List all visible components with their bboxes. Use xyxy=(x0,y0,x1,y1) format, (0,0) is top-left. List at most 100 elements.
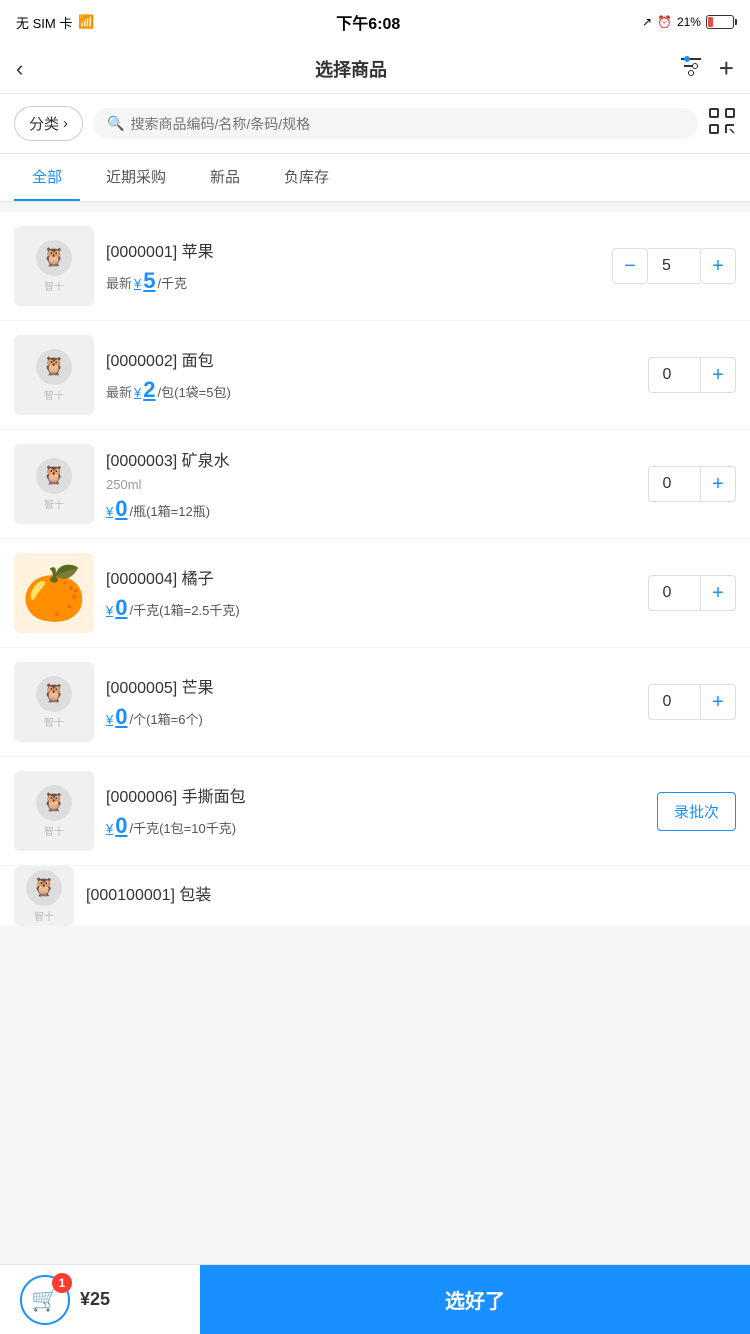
price-symbol: ¥ xyxy=(106,603,113,618)
owl-icon: 🦉 xyxy=(36,458,72,494)
product-info: [0000003] 矿泉水 250ml ¥ 0 /瓶(1箱=12瓶) xyxy=(106,447,636,522)
price-symbol: ¥ xyxy=(106,821,113,836)
product-name: [0000005] 芒果 xyxy=(106,674,636,698)
quantity-input[interactable] xyxy=(648,466,700,502)
page-title: 选择商品 xyxy=(315,56,387,82)
price-value: 2 xyxy=(143,377,155,403)
product-thumbnail: 🦉 智十 xyxy=(14,444,94,524)
quantity-control: − + xyxy=(612,248,736,284)
price-value: 0 xyxy=(115,704,127,730)
bottom-bar: 🛒 1 ¥25 选好了 xyxy=(0,1264,750,1334)
quantity-input[interactable] xyxy=(648,357,700,393)
list-item: 🦉 智十 [0000005] 芒果 ¥ 0 /个(1箱=6个) + xyxy=(0,648,750,756)
product-info: [0000004] 橘子 ¥ 0 /千克(1箱=2.5千克) xyxy=(106,565,636,621)
quantity-input[interactable] xyxy=(648,684,700,720)
owl-icon: 🦉 xyxy=(36,240,72,276)
decrease-button[interactable]: − xyxy=(612,248,648,284)
product-thumbnail: 🦉 智十 xyxy=(14,335,94,415)
batch-button[interactable]: 录批次 xyxy=(657,792,736,831)
price-value: 0 xyxy=(115,595,127,621)
increase-button[interactable]: + xyxy=(700,575,736,611)
alarm-icon: ⏰ xyxy=(657,15,672,29)
battery-icon xyxy=(706,15,734,29)
cart-total: ¥25 xyxy=(80,1289,110,1310)
list-item: 🍊 [0000004] 橘子 ¥ 0 /千克(1箱=2.5千克) + xyxy=(0,539,750,647)
owl-icon: 🦉 xyxy=(36,676,72,712)
product-thumbnail: 🦉 智十 xyxy=(14,226,94,306)
header-right: + xyxy=(679,53,734,84)
tab-new[interactable]: 新品 xyxy=(192,154,258,201)
search-input-wrap: 🔍 xyxy=(93,108,698,139)
product-thumbnail: 🍊 xyxy=(14,553,94,633)
price-value: 0 xyxy=(115,813,127,839)
price-symbol: ¥ xyxy=(134,276,141,291)
product-price-row: ¥ 0 /个(1箱=6个) xyxy=(106,704,636,730)
list-item: 🦉 智十 [0000002] 面包 最新 ¥ 2 /包(1袋=5包) + xyxy=(0,321,750,429)
scan-button[interactable] xyxy=(708,107,736,141)
increase-button[interactable]: + xyxy=(700,248,736,284)
price-per: /包(1袋=5包) xyxy=(158,382,231,401)
cart-button[interactable]: 🛒 1 xyxy=(20,1275,70,1325)
owl-icon: 🦉 xyxy=(26,870,62,906)
product-info: [000100001] 包装 xyxy=(86,881,736,911)
price-symbol: ¥ xyxy=(106,712,113,727)
price-label: 最新 xyxy=(106,382,132,401)
status-right: ↗ ⏰ 21% xyxy=(642,15,734,29)
price-per: /千克(1包=10千克) xyxy=(129,818,236,837)
product-info: [0000006] 手撕面包 ¥ 0 /千克(1包=10千克) xyxy=(106,783,645,839)
filter-icon[interactable] xyxy=(679,55,703,83)
product-name: [0000003] 矿泉水 xyxy=(106,447,636,471)
header: ‹ 选择商品 + xyxy=(0,44,750,94)
tab-all[interactable]: 全部 xyxy=(14,154,80,201)
price-per: /千克(1箱=2.5千克) xyxy=(129,600,239,619)
wifi-icon: 📶 xyxy=(78,14,94,30)
product-price-row: ¥ 0 /千克(1包=10千克) xyxy=(106,813,645,839)
product-price-row: 最新 ¥ 5 /千克 xyxy=(106,268,600,294)
product-name: [0000002] 面包 xyxy=(106,347,636,371)
product-thumbnail: 🦉 智十 xyxy=(14,771,94,851)
price-value: 5 xyxy=(143,268,155,294)
category-chevron: › xyxy=(63,115,68,132)
product-name: [0000006] 手撕面包 xyxy=(106,783,645,807)
quantity-input[interactable] xyxy=(648,248,700,284)
quantity-control: + xyxy=(648,575,736,611)
category-label: 分类 xyxy=(29,113,59,134)
product-spec: 250ml xyxy=(106,477,636,492)
add-button[interactable]: + xyxy=(719,53,734,84)
product-list: 🦉 智十 [0000001] 苹果 最新 ¥ 5 /千克 − + 🦉 智十 xyxy=(0,212,750,926)
price-per: /瓶(1箱=12瓶) xyxy=(129,501,210,520)
product-thumbnail: 🦉 智十 xyxy=(14,866,74,926)
owl-icon: 🦉 xyxy=(36,785,72,821)
category-button[interactable]: 分类 › xyxy=(14,106,83,141)
increase-button[interactable]: + xyxy=(700,684,736,720)
status-time: 下午6:08 xyxy=(336,10,400,34)
list-item: 🦉 智十 [0000001] 苹果 最新 ¥ 5 /千克 − + xyxy=(0,212,750,320)
back-button[interactable]: ‹ xyxy=(16,56,23,82)
list-item: 🦉 智十 [0000006] 手撕面包 ¥ 0 /千克(1包=10千克) 录批次 xyxy=(0,757,750,865)
product-info: [0000001] 苹果 最新 ¥ 5 /千克 xyxy=(106,238,600,294)
search-bar: 分类 › 🔍 xyxy=(0,94,750,154)
list-item: 🦉 智十 [0000003] 矿泉水 250ml ¥ 0 /瓶(1箱=12瓶) … xyxy=(0,430,750,538)
tab-negative[interactable]: 负库存 xyxy=(266,154,347,201)
status-bar: 无 SIM 卡 📶 下午6:08 ↗ ⏰ 21% xyxy=(0,0,750,44)
confirm-button[interactable]: 选好了 xyxy=(200,1265,750,1334)
increase-button[interactable]: + xyxy=(700,357,736,393)
price-per: /千克 xyxy=(158,273,188,292)
increase-button[interactable]: + xyxy=(700,466,736,502)
quantity-control: + xyxy=(648,466,736,502)
price-value: 0 xyxy=(115,496,127,522)
header-left: ‹ xyxy=(16,56,23,82)
carrier-text: 无 SIM 卡 xyxy=(16,13,72,32)
batch-button-wrap: 录批次 xyxy=(657,792,736,831)
product-name: [000100001] 包装 xyxy=(86,881,736,905)
product-price-row: 最新 ¥ 2 /包(1袋=5包) xyxy=(106,377,636,403)
product-info: [0000005] 芒果 ¥ 0 /个(1箱=6个) xyxy=(106,674,636,730)
quantity-input[interactable] xyxy=(648,575,700,611)
cart-badge: 1 xyxy=(52,1273,72,1293)
owl-icon: 🦉 xyxy=(36,349,72,385)
price-symbol: ¥ xyxy=(106,504,113,519)
search-input[interactable] xyxy=(130,116,684,132)
tab-bar: 全部 近期采购 新品 负库存 xyxy=(0,154,750,202)
tab-recent[interactable]: 近期采购 xyxy=(88,154,184,201)
status-carrier: 无 SIM 卡 📶 xyxy=(16,13,95,32)
